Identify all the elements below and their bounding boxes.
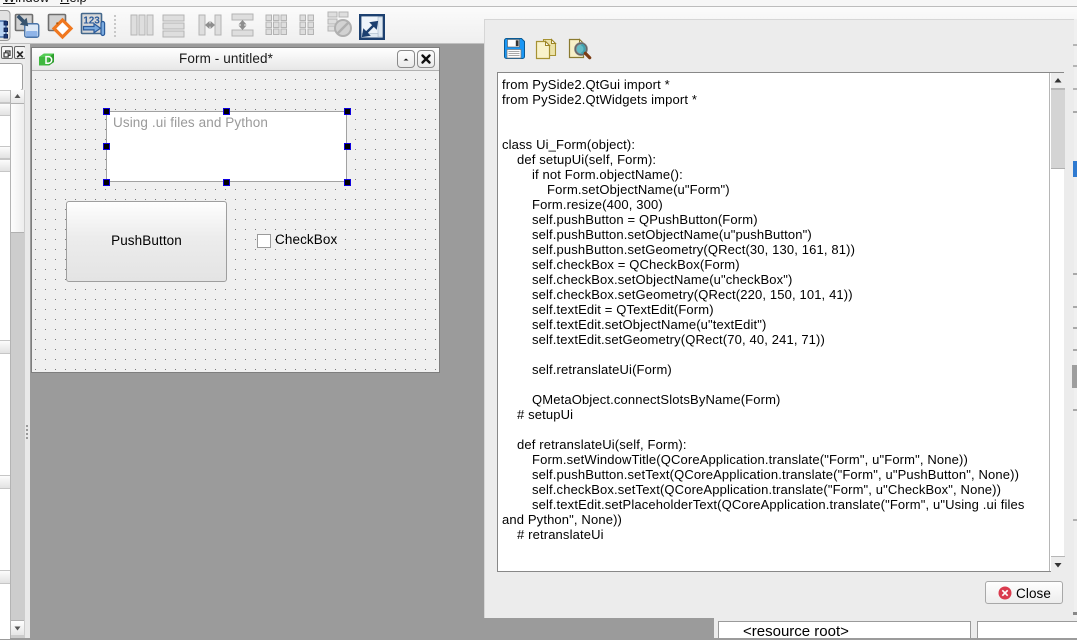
svg-text:123: 123 [83,16,100,27]
